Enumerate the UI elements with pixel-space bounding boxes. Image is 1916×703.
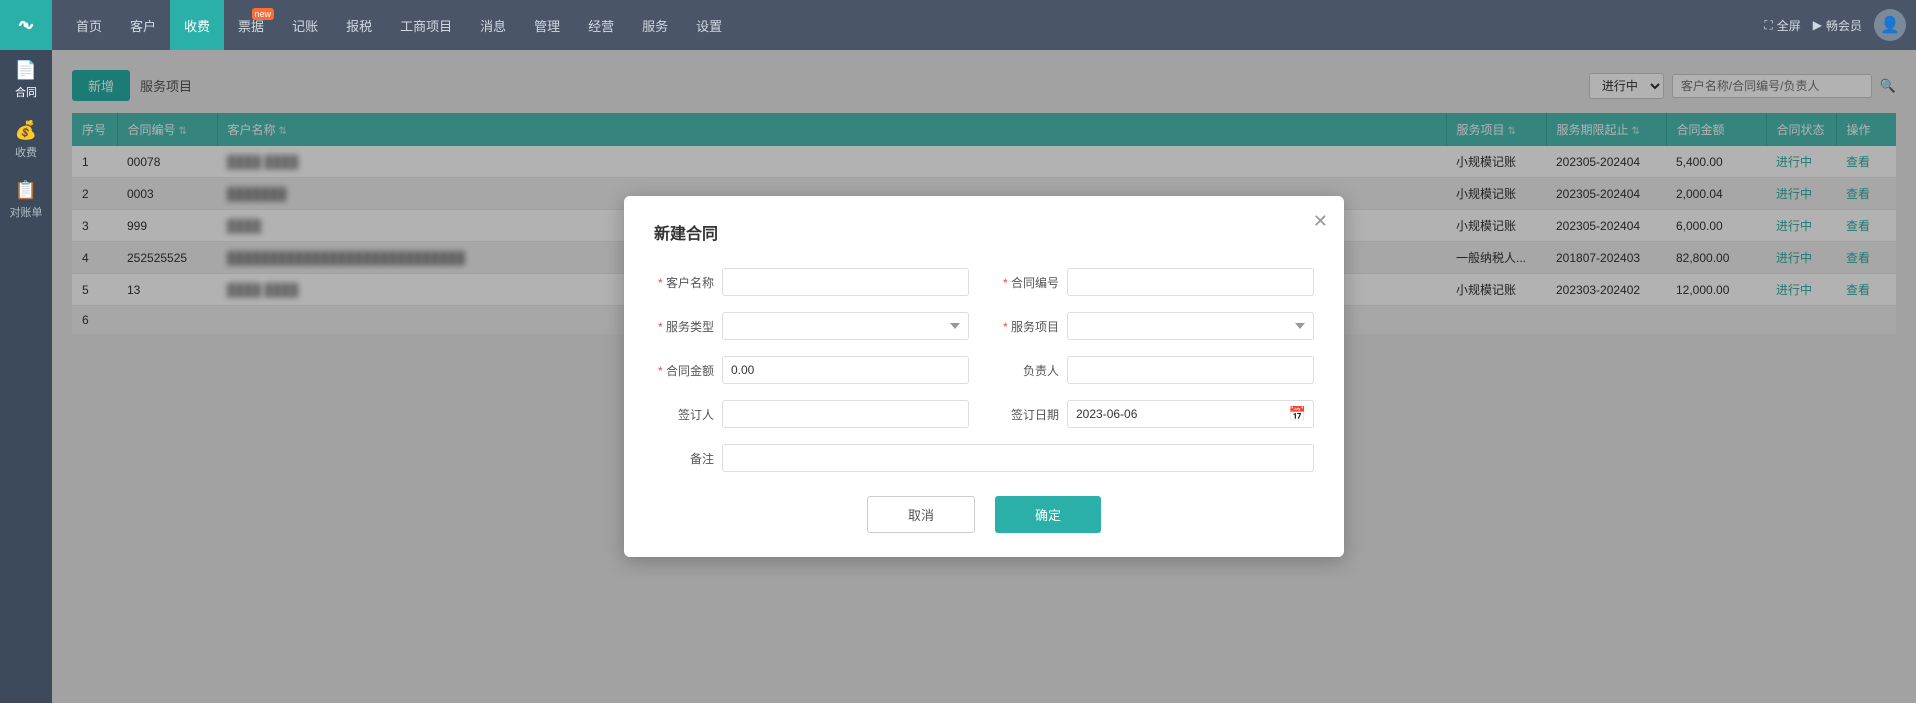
signer-input[interactable] <box>722 400 969 428</box>
signer-field: 签订人 <box>654 400 969 428</box>
responsible-label: 负责人 <box>999 362 1059 379</box>
service-type-label: 服务类型 <box>654 318 714 335</box>
remark-label: 备注 <box>654 450 714 467</box>
reconcile-icon: 📋 <box>15 180 37 201</box>
calendar-icon[interactable]: 📅 <box>1289 406 1306 423</box>
contract-amount-field: 合同金额 <box>654 356 969 384</box>
service-item-label: 服务项目 <box>999 318 1059 335</box>
modal-close-button[interactable]: ✕ <box>1313 212 1328 230</box>
customer-label: 客户名称 <box>654 274 714 291</box>
sidebar-item-billing[interactable]: 💰 收费 <box>0 110 52 170</box>
service-item-select[interactable] <box>1067 312 1314 340</box>
nav-settings[interactable]: 设置 <box>682 0 736 50</box>
responsible-input[interactable] <box>1067 356 1314 384</box>
remark-input[interactable] <box>722 444 1314 472</box>
member-button[interactable]: ▶ 畅会员 <box>1813 17 1862 34</box>
billing-icon: 💰 <box>15 120 37 141</box>
modal-footer: 取消 确定 <box>654 496 1314 533</box>
sidebar-logo[interactable] <box>0 0 52 50</box>
main-area: 首页 客户 收费 票据 new 记账 报税 工商项目 消息 管理 经营 <box>52 0 1916 703</box>
modal-dialog: 新建合同 ✕ 客户名称 合同编号 服务类型 <box>624 196 1344 557</box>
modal-overlay: 新建合同 ✕ 客户名称 合同编号 服务类型 <box>52 50 1916 703</box>
contract-no-field: 合同编号 <box>999 268 1314 296</box>
remark-field: 备注 <box>654 444 1314 472</box>
sign-date-label: 签订日期 <box>999 406 1059 423</box>
nav-invoice[interactable]: 票据 new <box>224 0 278 50</box>
modal-title: 新建合同 <box>654 220 1314 244</box>
service-type-select[interactable] <box>722 312 969 340</box>
play-icon: ▶ <box>1813 18 1822 32</box>
sidebar: 📄 合同 💰 收费 📋 对账单 <box>0 0 52 703</box>
form-grid: 客户名称 合同编号 服务类型 服务项目 <box>654 268 1314 472</box>
sidebar-item-billing-label: 收费 <box>15 144 37 160</box>
contract-icon: 📄 <box>15 60 37 81</box>
nav-service[interactable]: 服务 <box>628 0 682 50</box>
confirm-button[interactable]: 确定 <box>995 496 1101 533</box>
content: 新增 服务项目 进行中 已终止 全部 🔍 序号 合同编号⇅ 客户名称⇅ <box>52 50 1916 703</box>
fullscreen-icon: ⛶ <box>1764 18 1772 33</box>
sign-date-field: 签订日期 📅 <box>999 400 1314 428</box>
contract-no-label: 合同编号 <box>999 274 1059 291</box>
nav-bookkeeping[interactable]: 记账 <box>278 0 332 50</box>
nav-business[interactable]: 工商项目 <box>386 0 466 50</box>
nav-customer[interactable]: 客户 <box>116 0 170 50</box>
sidebar-item-reconcile[interactable]: 📋 对账单 <box>0 170 52 230</box>
nav-operation[interactable]: 经营 <box>574 0 628 50</box>
avatar-icon: 👤 <box>1880 15 1900 35</box>
fullscreen-button[interactable]: ⛶ 全屏 <box>1764 17 1800 34</box>
avatar[interactable]: 👤 <box>1874 9 1906 41</box>
sidebar-item-reconcile-label: 对账单 <box>10 204 43 220</box>
new-badge: new <box>252 8 275 20</box>
cancel-button[interactable]: 取消 <box>867 496 975 533</box>
customer-field: 客户名称 <box>654 268 969 296</box>
service-item-field: 服务项目 <box>999 312 1314 340</box>
sidebar-item-contract-label: 合同 <box>15 84 37 100</box>
nav-home[interactable]: 首页 <box>62 0 116 50</box>
nav-tax[interactable]: 报税 <box>332 0 386 50</box>
sidebar-item-contract[interactable]: 📄 合同 <box>0 50 52 110</box>
responsible-field: 负责人 <box>999 356 1314 384</box>
topnav: 首页 客户 收费 票据 new 记账 报税 工商项目 消息 管理 经营 <box>52 0 1916 50</box>
signer-label: 签订人 <box>654 406 714 423</box>
nav-manage[interactable]: 管理 <box>520 0 574 50</box>
sign-date-wrap: 📅 <box>1067 400 1314 428</box>
nav-billing[interactable]: 收费 <box>170 0 224 50</box>
sign-date-input[interactable] <box>1067 400 1314 428</box>
contract-amount-input[interactable] <box>722 356 969 384</box>
customer-input[interactable] <box>722 268 969 296</box>
contract-amount-label: 合同金额 <box>654 362 714 379</box>
nav-message[interactable]: 消息 <box>466 0 520 50</box>
contract-no-input[interactable] <box>1067 268 1314 296</box>
nav-right: ⛶ 全屏 ▶ 畅会员 👤 <box>1764 9 1906 41</box>
service-type-field: 服务类型 <box>654 312 969 340</box>
